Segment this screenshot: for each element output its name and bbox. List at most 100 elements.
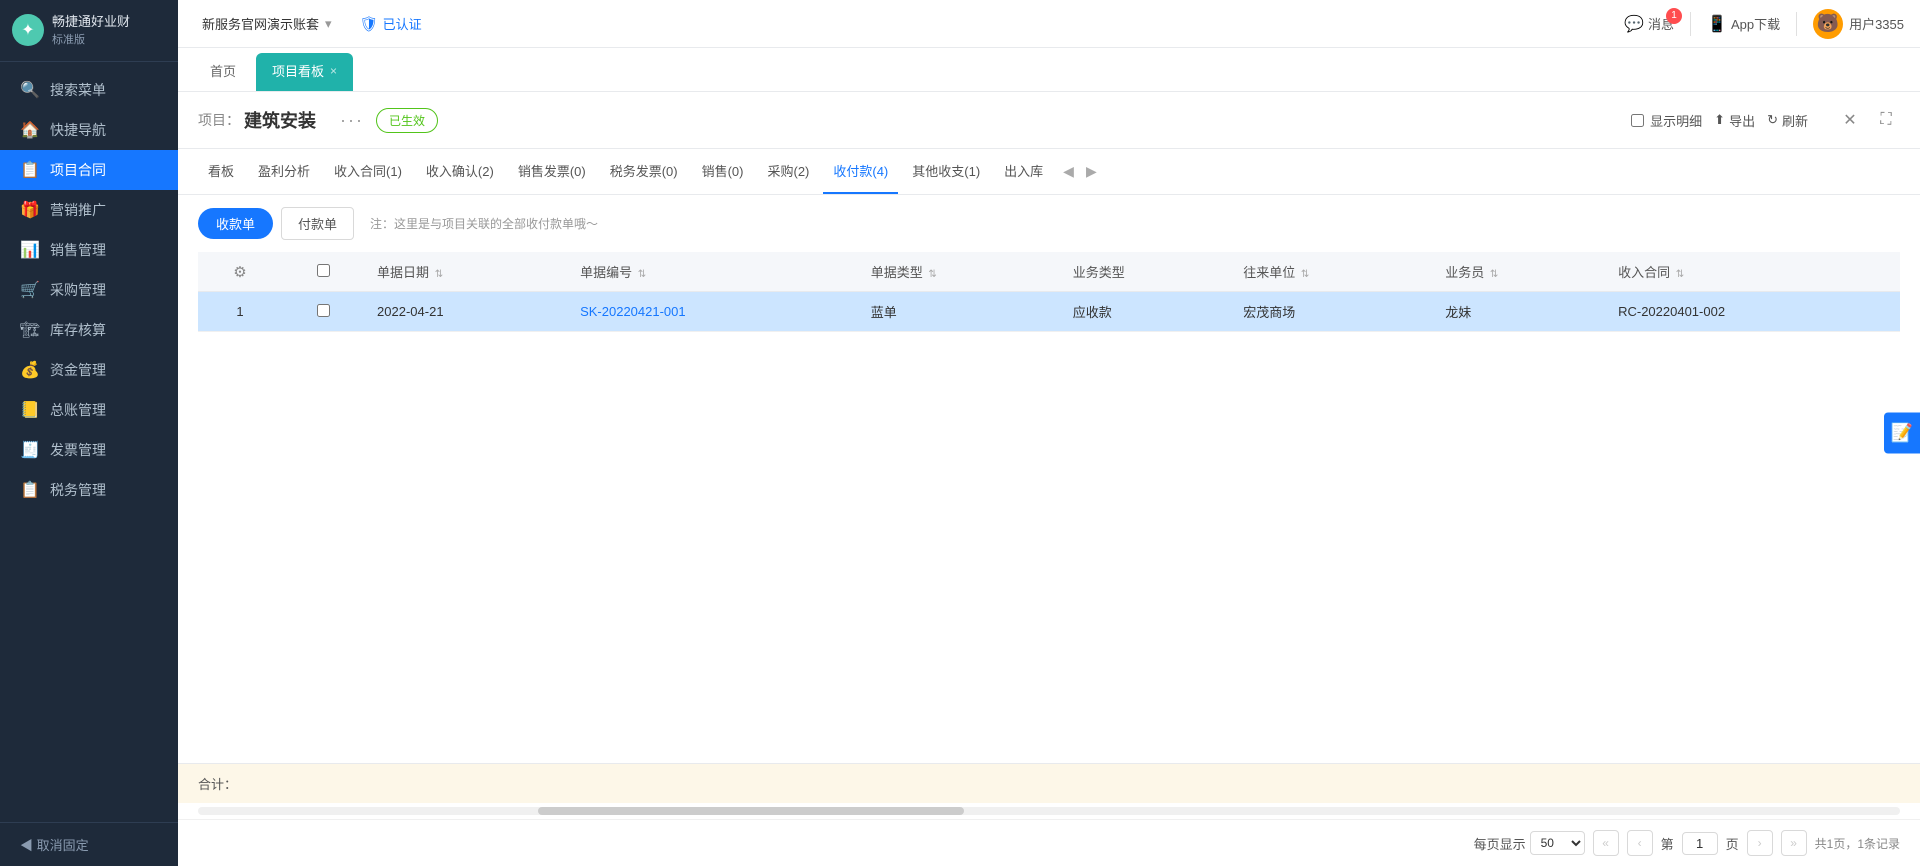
tab-close-icon[interactable]: × bbox=[330, 65, 337, 77]
row-partner: 宏茂商场 bbox=[1231, 292, 1433, 332]
row-number[interactable]: SK-20220421-001 bbox=[568, 292, 859, 332]
last-page-button[interactable]: » bbox=[1781, 830, 1807, 856]
ledger-icon: 📒 bbox=[20, 400, 40, 420]
certified-label: 已认证 bbox=[383, 14, 422, 33]
sub-tab-profit[interactable]: 盈利分析 bbox=[248, 149, 320, 194]
sub-tab-purchase[interactable]: 采购(2) bbox=[757, 149, 819, 194]
payment-button[interactable]: 付款单 bbox=[281, 207, 354, 240]
scrollbar-track[interactable] bbox=[198, 807, 1900, 815]
col-partner[interactable]: 往来单位 ⇅ bbox=[1231, 252, 1433, 292]
row-select-checkbox[interactable] bbox=[317, 304, 330, 317]
prev-page-button[interactable]: ‹ bbox=[1627, 830, 1653, 856]
sidebar-item-finance[interactable]: 💰 资金管理 bbox=[0, 350, 178, 390]
sidebar-item-label: 销售管理 bbox=[50, 240, 106, 260]
sidebar-item-inventory[interactable]: 🏗 库存核算 bbox=[0, 310, 178, 350]
sidebar-item-label: 总账管理 bbox=[50, 400, 106, 420]
row-checkbox[interactable] bbox=[282, 292, 365, 332]
sub-tab-tax-invoice[interactable]: 税务发票(0) bbox=[600, 149, 688, 194]
sidebar-item-project_contract[interactable]: 📋 项目合同 bbox=[0, 150, 178, 190]
sort-salesperson-icon: ⇅ bbox=[1490, 269, 1498, 280]
certified-badge: 🛡 已认证 bbox=[360, 14, 422, 33]
first-page-button[interactable]: « bbox=[1593, 830, 1619, 856]
phone-icon: 📱 bbox=[1707, 14, 1727, 34]
settings-icon[interactable]: ⚙ bbox=[233, 264, 246, 281]
total-label: 合计： bbox=[198, 777, 237, 792]
per-page-label: 每页显示 bbox=[1474, 834, 1526, 853]
sidebar-item-label: 发票管理 bbox=[50, 440, 106, 460]
per-page-select[interactable]: 50 100 200 bbox=[1530, 831, 1585, 855]
page-size-selector: 每页显示 50 100 200 bbox=[1474, 831, 1585, 855]
export-label: 导出 bbox=[1729, 111, 1755, 130]
sidebar: ✦ 畅捷通好业财 标准版 🔍 搜索菜单 🏠 快捷导航 📋 项目合同 🎁 营销推广… bbox=[0, 0, 178, 866]
floating-action-button[interactable]: 📝 bbox=[1884, 413, 1920, 454]
prev-tab-arrow[interactable]: ◀ bbox=[1057, 163, 1080, 180]
sort-type-icon: ⇅ bbox=[928, 269, 936, 280]
tab-home[interactable]: 首页 bbox=[194, 53, 252, 91]
sub-tab-inventory[interactable]: 出入库 bbox=[994, 149, 1053, 194]
app-logo-icon: ✦ bbox=[12, 14, 44, 46]
col-type[interactable]: 单据类型 ⇅ bbox=[859, 252, 1061, 292]
divider2 bbox=[1796, 12, 1797, 36]
sub-tab-sales-invoice[interactable]: 销售发票(0) bbox=[508, 149, 596, 194]
tabbar: 首页 项目看板 × bbox=[178, 48, 1920, 92]
scrollbar-row bbox=[178, 803, 1920, 819]
maximize-button[interactable]: ⛶ bbox=[1872, 106, 1900, 134]
col-income-contract[interactable]: 收入合同 ⇅ bbox=[1606, 252, 1900, 292]
table-row[interactable]: 1 2022-04-21 SK-20220421-001 蓝单 应收款 宏茂商场… bbox=[198, 292, 1900, 332]
next-tab-arrow[interactable]: ▶ bbox=[1080, 163, 1103, 180]
shield-icon: 🛡 bbox=[360, 15, 379, 33]
hint-text: 注：这里是与项目关联的全部收付款单哦～ bbox=[370, 215, 598, 232]
sort-date-icon: ⇅ bbox=[435, 269, 443, 280]
col-date[interactable]: 单据日期 ⇅ bbox=[365, 252, 568, 292]
status-badge: 已生效 bbox=[376, 108, 438, 133]
sidebar-item-quick_nav[interactable]: 🏠 快捷导航 bbox=[0, 110, 178, 150]
row-number-link[interactable]: SK-20220421-001 bbox=[580, 304, 686, 319]
project-name: 新服务官网演示账套 bbox=[202, 14, 319, 33]
page-title: 建筑安装 bbox=[244, 107, 316, 133]
user-menu[interactable]: 🐻 用户3355 bbox=[1813, 9, 1904, 39]
next-page-button[interactable]: › bbox=[1747, 830, 1773, 856]
title-label: 项目： bbox=[198, 110, 240, 130]
sub-tab-other-income[interactable]: 其他收支(1) bbox=[902, 149, 990, 194]
select-all-checkbox[interactable] bbox=[317, 264, 330, 277]
project-selector[interactable]: 新服务官网演示账套 ▾ bbox=[194, 10, 340, 37]
sub-tab-income-contract[interactable]: 收入合同(1) bbox=[324, 149, 412, 194]
refresh-button[interactable]: ↻ 刷新 bbox=[1767, 111, 1808, 130]
show-detail-input[interactable] bbox=[1631, 114, 1644, 127]
sidebar-item-tax[interactable]: 📋 税务管理 bbox=[0, 470, 178, 510]
refresh-icon: ↻ bbox=[1767, 112, 1778, 128]
sidebar-item-purchase[interactable]: 🛒 采购管理 bbox=[0, 270, 178, 310]
divider bbox=[1690, 12, 1691, 36]
sort-partner-icon: ⇅ bbox=[1301, 269, 1309, 280]
table-wrapper: ⚙ 单据日期 ⇅ 单据编号 ⇅ bbox=[178, 252, 1920, 763]
sidebar-item-ledger[interactable]: 📒 总账管理 bbox=[0, 390, 178, 430]
scrollbar-thumb[interactable] bbox=[538, 807, 964, 815]
sidebar-item-search[interactable]: 🔍 搜索菜单 bbox=[0, 70, 178, 110]
col-biz-type: 业务类型 bbox=[1061, 252, 1232, 292]
receipt-button[interactable]: 收款单 bbox=[198, 208, 273, 239]
col-number[interactable]: 单据编号 ⇅ bbox=[568, 252, 859, 292]
more-button[interactable]: ··· bbox=[340, 110, 364, 131]
app-download-button[interactable]: 📱 App下载 bbox=[1707, 14, 1780, 34]
sidebar-item-marketing[interactable]: 🎁 营销推广 bbox=[0, 190, 178, 230]
message-button[interactable]: 💬 消息 1 bbox=[1624, 14, 1674, 34]
sub-tab-kanban[interactable]: 看板 bbox=[198, 149, 244, 194]
sidebar-item-invoice[interactable]: 🧾 发票管理 bbox=[0, 430, 178, 470]
refresh-label: 刷新 bbox=[1782, 111, 1808, 130]
row-type: 蓝单 bbox=[859, 292, 1061, 332]
col-settings[interactable]: ⚙ bbox=[198, 252, 282, 292]
sidebar-item-sales[interactable]: 📊 销售管理 bbox=[0, 230, 178, 270]
page-input[interactable] bbox=[1682, 832, 1718, 855]
col-checkbox[interactable] bbox=[282, 252, 365, 292]
tab-project-board[interactable]: 项目看板 × bbox=[256, 53, 353, 91]
data-table: ⚙ 单据日期 ⇅ 单据编号 ⇅ bbox=[198, 252, 1900, 332]
unpin-button[interactable]: ◀ 取消固定 bbox=[0, 822, 178, 866]
sub-tab-income-confirm[interactable]: 收入确认(2) bbox=[416, 149, 504, 194]
col-salesperson[interactable]: 业务员 ⇅ bbox=[1433, 252, 1606, 292]
export-button[interactable]: ⬆ 导出 bbox=[1714, 111, 1755, 130]
sub-tab-payment[interactable]: 收付款(4) bbox=[823, 149, 898, 194]
sub-tab-sales[interactable]: 销售(0) bbox=[692, 149, 754, 194]
close-button[interactable]: ✕ bbox=[1836, 106, 1864, 134]
row-date: 2022-04-21 bbox=[365, 292, 568, 332]
show-detail-checkbox[interactable]: 显示明细 bbox=[1631, 111, 1702, 130]
